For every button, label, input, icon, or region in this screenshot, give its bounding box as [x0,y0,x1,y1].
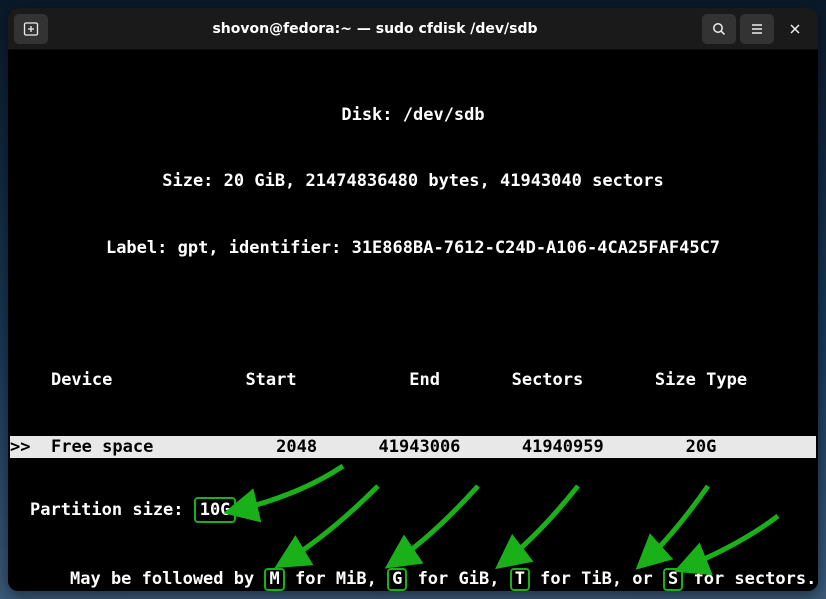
search-icon [711,21,727,37]
table-header-row: Device Start End Sectors Size Type [10,369,816,391]
partition-size-input[interactable]: 10G [194,497,237,523]
titlebar: shovon@fedora:~ — sudo cfdisk /dev/sdb [8,8,818,50]
menu-button[interactable] [740,14,774,44]
key-t: T [510,568,530,591]
key-s: S [663,568,683,591]
terminal-content[interactable]: Disk: /dev/sdb Size: 20 GiB, 21474836480… [8,50,818,512]
table-row[interactable]: >> Free space 2048 41943006 41940959 20G [10,436,816,458]
blank-line [10,303,816,325]
key-m: M [264,568,284,591]
hamburger-icon [749,21,765,37]
label-line: Label: gpt, identifier: 31E868BA-7612-C2… [10,237,816,259]
terminal-plus-icon [23,21,39,37]
search-button[interactable] [702,14,736,44]
window-title: shovon@fedora:~ — sudo cfdisk /dev/sdb [212,21,537,37]
close-icon [787,21,803,37]
size-line: Size: 20 GiB, 21474836480 bytes, 4194304… [10,170,816,192]
footer: Partition size: 10G May be followed by M… [8,497,818,591]
partition-size-prompt: Partition size: 10G [8,497,818,523]
new-tab-button[interactable] [14,14,48,44]
footer-hint: May be followed by M for MiB, G for GiB,… [8,568,818,591]
disk-line: Disk: /dev/sdb [10,104,816,126]
key-g: G [387,568,407,591]
terminal-window: shovon@fedora:~ — sudo cfdisk /dev/sdb [8,8,818,591]
close-button[interactable] [778,14,812,44]
